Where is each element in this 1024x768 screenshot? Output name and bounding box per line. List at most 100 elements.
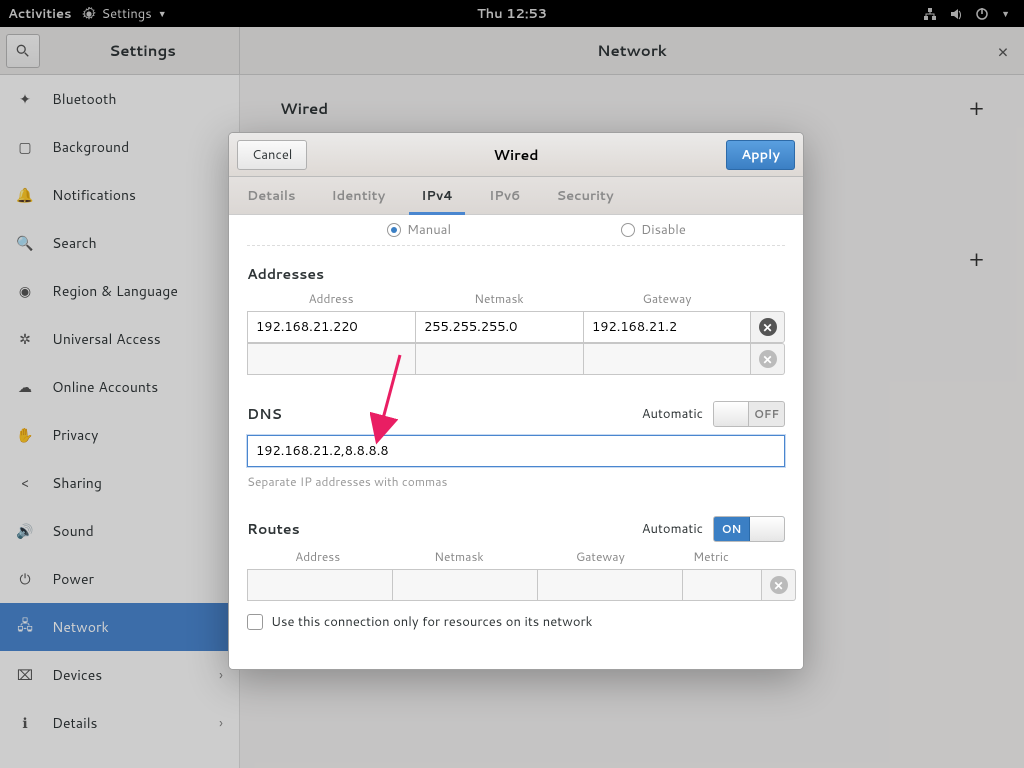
settings-icon	[82, 7, 96, 21]
apply-button[interactable]: Apply	[726, 140, 795, 170]
tab-identity[interactable]: Identity	[314, 177, 404, 214]
only-resources-checkbox[interactable]	[247, 614, 263, 630]
wired-settings-dialog: Cancel Wired Apply Details Identity IPv4…	[228, 132, 804, 670]
sidebar-item-label: Bluetooth	[52, 89, 116, 109]
window-close-button[interactable]: ×	[992, 40, 1014, 62]
chevron-right-icon: ›	[219, 713, 223, 733]
sidebar-item-label: Region & Language	[52, 281, 178, 301]
sidebar-item-devices[interactable]: ⌧ Devices ›	[0, 651, 239, 699]
sidebar-item-search[interactable]: 🔍 Search	[0, 219, 239, 267]
add-vpn-button[interactable]: +	[969, 244, 984, 275]
sidebar-item-universal-access[interactable]: ✲ Universal Access	[0, 315, 239, 363]
volume-icon[interactable]	[949, 7, 963, 21]
sidebar-item-bluetooth[interactable]: ✦Bluetooth	[0, 75, 239, 123]
dns-hint: Separate IP addresses with commas	[247, 473, 785, 490]
gateway-input[interactable]	[583, 311, 751, 343]
address-input[interactable]	[247, 311, 415, 343]
network-icon[interactable]	[923, 7, 937, 21]
sidebar-item-notifications[interactable]: 🔔Notifications	[0, 171, 239, 219]
toggle-off-label: OFF	[749, 402, 784, 426]
search-icon: 🔍	[16, 233, 34, 253]
address-row-empty: ✕	[247, 343, 785, 375]
sidebar-item-label: Network	[52, 617, 109, 637]
tab-security[interactable]: Security	[538, 177, 631, 214]
route-netmask-input[interactable]	[392, 569, 537, 601]
col-metric: Metric	[671, 548, 751, 565]
dns-automatic-toggle[interactable]: OFF	[713, 401, 785, 427]
addresses-title: Addresses	[247, 264, 785, 284]
col-address: Address	[247, 290, 415, 307]
bell-icon: 🔔	[16, 185, 34, 205]
devices-icon: ⌧	[16, 665, 34, 685]
address-input[interactable]	[247, 343, 415, 375]
cancel-button[interactable]: Cancel	[237, 140, 307, 170]
routes-automatic-label: Automatic	[642, 520, 703, 538]
dns-title: DNS	[247, 404, 282, 424]
close-icon: ✕	[759, 350, 777, 368]
tab-details[interactable]: Details	[229, 177, 314, 214]
delete-row-button[interactable]: ✕	[751, 311, 785, 343]
clock[interactable]: Thu 12:53	[477, 5, 547, 23]
delete-row-button: ✕	[762, 569, 796, 601]
route-gateway-input[interactable]	[537, 569, 682, 601]
app-menu[interactable]: Settings ▼	[82, 5, 167, 23]
sidebar-item-sharing[interactable]: <Sharing	[0, 459, 239, 507]
sidebar-item-power[interactable]: ⏻ Power	[0, 555, 239, 603]
dns-automatic-label: Automatic	[642, 405, 703, 423]
gnome-top-bar: Activities Settings ▼ Thu 12:53 ▼	[0, 0, 1024, 27]
sidebar-item-label: Devices	[52, 665, 102, 685]
radio-label: Manual	[407, 221, 451, 239]
col-address: Address	[247, 548, 388, 565]
netmask-input[interactable]	[415, 343, 583, 375]
col-netmask: Netmask	[415, 290, 583, 307]
activities-button[interactable]: Activities	[8, 5, 72, 23]
sidebar-item-sound[interactable]: 🔊 Sound	[0, 507, 239, 555]
toggle-on-label: ON	[714, 517, 749, 541]
sidebar-item-label: Background	[52, 137, 129, 157]
sidebar-item-online-accounts[interactable]: ☁Online Accounts	[0, 363, 239, 411]
sidebar-item-label: Search	[52, 233, 97, 253]
sidebar-item-label: Sharing	[52, 473, 102, 493]
wired-section-title: Wired	[280, 98, 328, 119]
netmask-input[interactable]	[415, 311, 583, 343]
radio-icon	[387, 223, 401, 237]
dialog-body: Manual Disable Addresses Address Netmask…	[229, 215, 803, 669]
power-icon[interactable]	[975, 7, 989, 21]
cloud-icon: ☁	[16, 377, 34, 397]
sidebar-item-background[interactable]: ▢ Background	[0, 123, 239, 171]
route-address-input[interactable]	[247, 569, 392, 601]
background-icon: ▢	[16, 137, 34, 157]
sidebar-item-label: Power	[52, 569, 94, 589]
page-title: Network	[597, 40, 667, 61]
speaker-icon: 🔊	[16, 521, 34, 541]
sidebar-item-details[interactable]: ℹDetails›	[0, 699, 239, 747]
dns-servers-input[interactable]	[247, 435, 785, 467]
radio-label: Disable	[641, 221, 686, 239]
accessibility-icon: ✲	[16, 329, 34, 349]
ipv4-method-manual[interactable]: Manual	[387, 221, 451, 239]
sidebar-item-label: Universal Access	[52, 329, 161, 349]
dialog-header: Cancel Wired Apply	[229, 133, 803, 177]
sidebar-item-label: Sound	[52, 521, 94, 541]
close-icon: ✕	[770, 576, 788, 594]
power-icon: ⏻	[16, 569, 34, 589]
sidebar-item-privacy[interactable]: ✋Privacy	[0, 411, 239, 459]
gateway-input[interactable]	[583, 343, 751, 375]
hand-icon: ✋	[16, 425, 34, 445]
chevron-right-icon: ›	[219, 665, 223, 685]
add-wired-button[interactable]: +	[969, 93, 984, 124]
route-metric-input[interactable]	[682, 569, 762, 601]
close-icon: ✕	[759, 318, 777, 336]
delete-row-button: ✕	[751, 343, 785, 375]
search-icon	[16, 44, 30, 58]
sidebar-item-region[interactable]: ◉Region & Language	[0, 267, 239, 315]
settings-sidebar: ✦Bluetooth ▢ Background 🔔Notifications 🔍 S…	[0, 75, 240, 768]
ipv4-method-disable[interactable]: Disable	[621, 221, 686, 239]
tab-ipv6[interactable]: IPv6	[471, 177, 538, 214]
tab-ipv4[interactable]: IPv4	[403, 177, 471, 214]
only-resources-label: Use this connection only for resources o…	[271, 613, 592, 631]
routes-automatic-toggle[interactable]: ON	[713, 516, 785, 542]
search-button[interactable]	[6, 34, 40, 68]
radio-icon	[621, 223, 635, 237]
sidebar-item-network[interactable]: 🖧Network	[0, 603, 239, 651]
